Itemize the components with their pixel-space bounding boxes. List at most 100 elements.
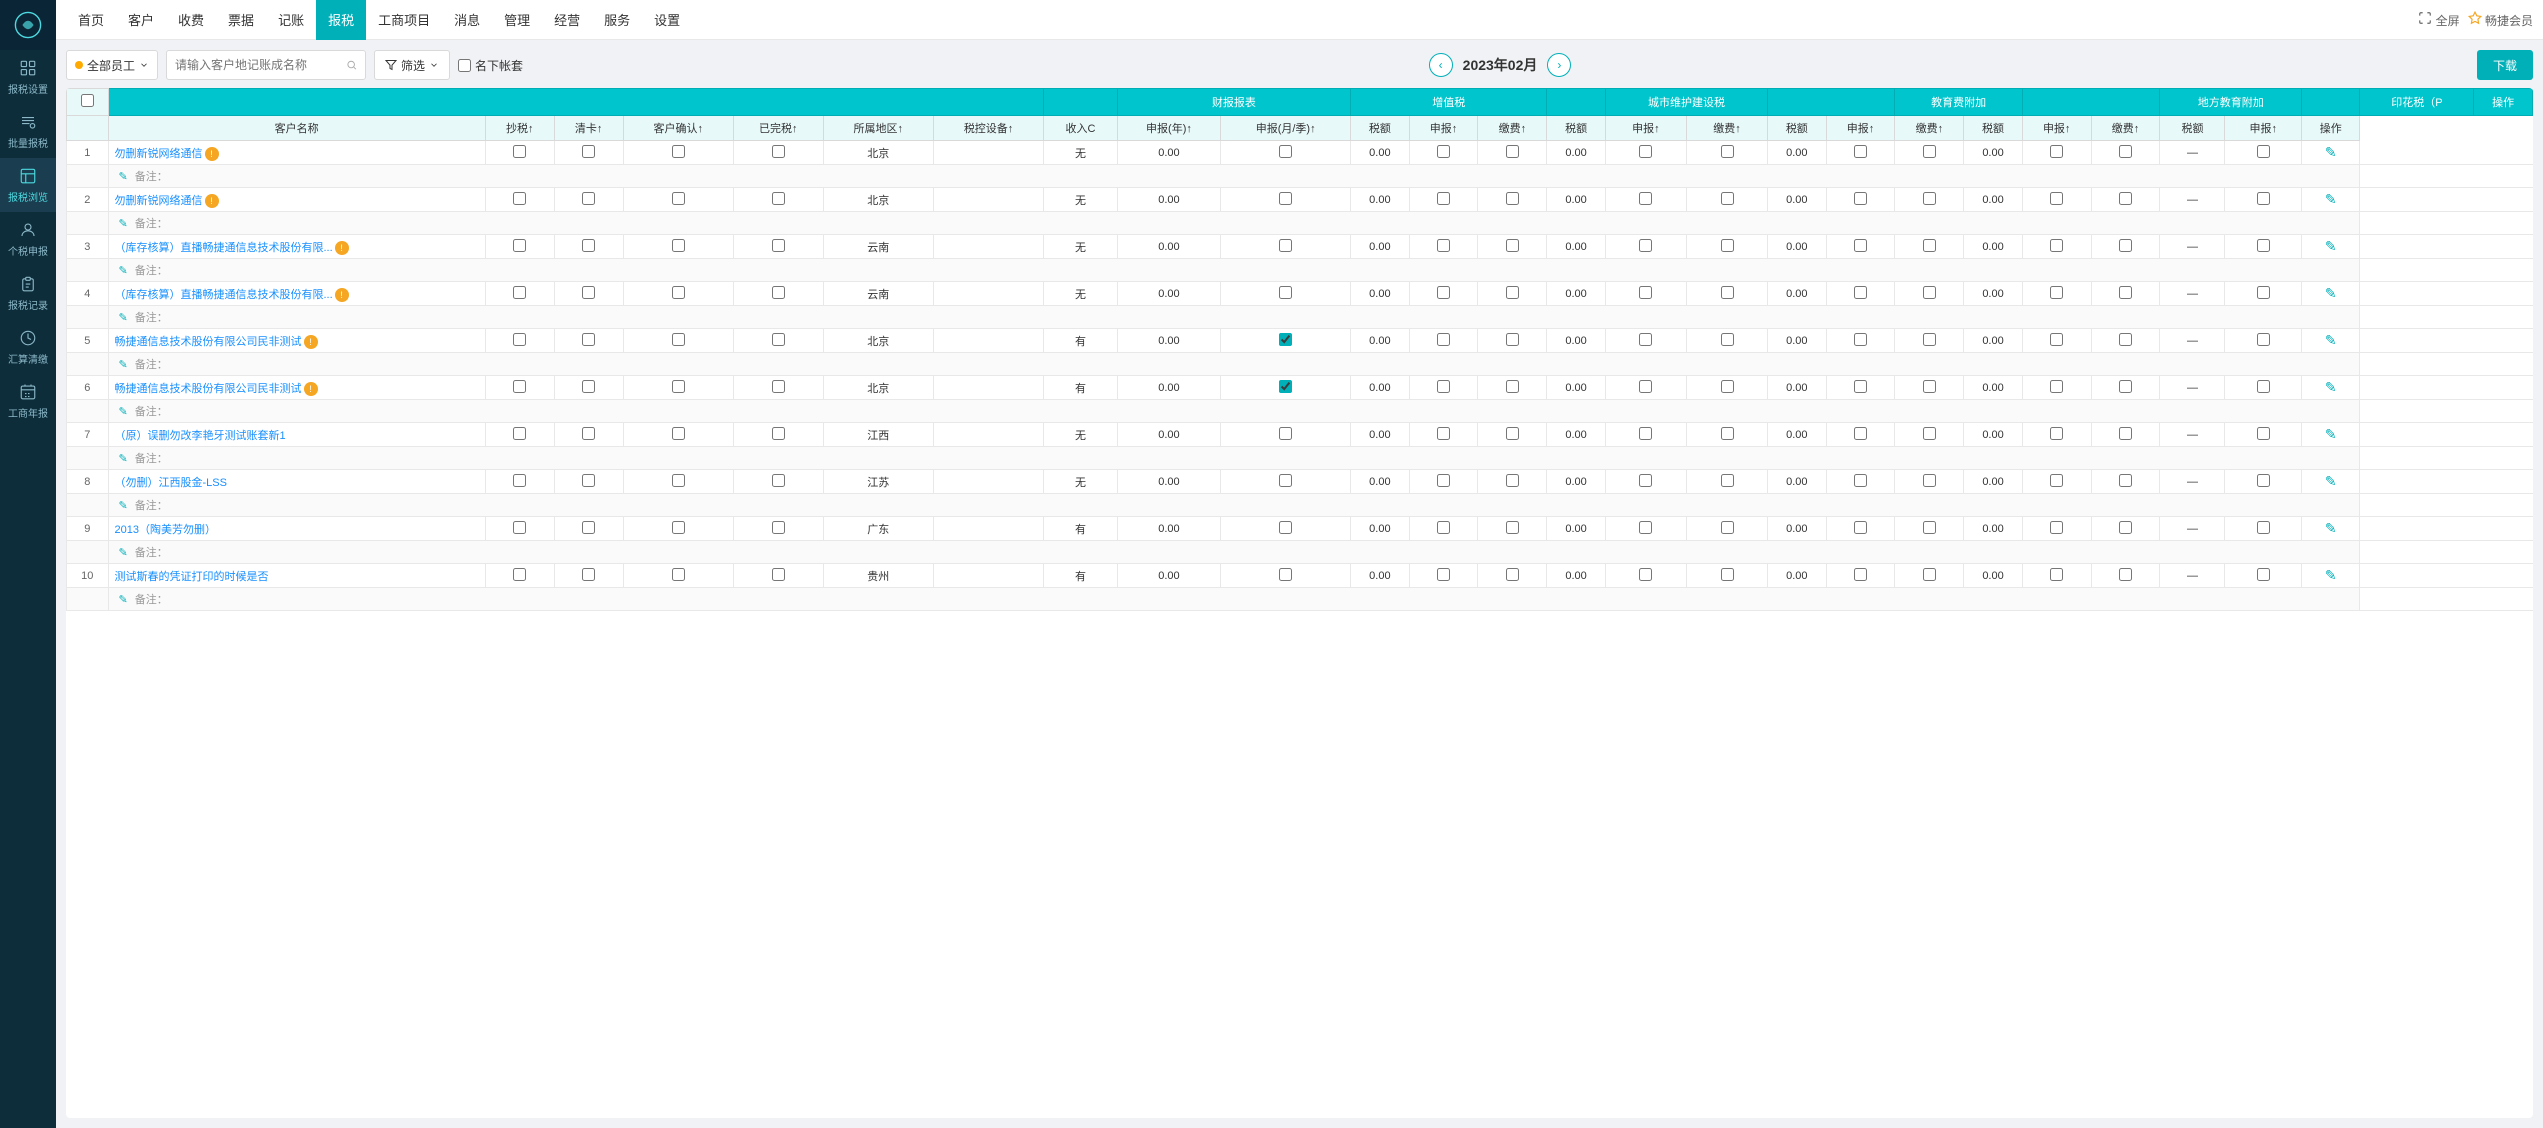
urban-declare-check[interactable]: [1639, 286, 1652, 299]
cell-urban-declare[interactable]: [1605, 470, 1686, 494]
cell-action[interactable]: ✎: [2301, 282, 2359, 306]
nav-industrial[interactable]: 工商项目: [366, 0, 442, 40]
cell-edu-declare[interactable]: [1826, 376, 1895, 400]
local-edu-pay-check[interactable]: [2119, 474, 2132, 487]
cell-chaoshui[interactable]: [485, 282, 554, 306]
urban-pay-check[interactable]: [1721, 427, 1734, 440]
cell-stamp-declare[interactable]: [2225, 235, 2302, 259]
cell-vat-declare[interactable]: [1409, 517, 1478, 541]
urban-declare-check[interactable]: [1639, 380, 1652, 393]
nav-settings[interactable]: 设置: [642, 0, 692, 40]
cell-local-edu-pay[interactable]: [2091, 329, 2160, 353]
taxpaid-check[interactable]: [772, 474, 785, 487]
cell-vat-pay[interactable]: [1478, 564, 1547, 588]
cell-vat-pay[interactable]: [1478, 141, 1547, 165]
declare-month-check[interactable]: [1279, 380, 1292, 393]
chaoshui-check[interactable]: [513, 427, 526, 440]
fullscreen-btn[interactable]: 全屏: [2418, 11, 2459, 29]
th-declare-month[interactable]: 申报(月/季)↑: [1221, 116, 1351, 141]
sidebar-item-personal-tax[interactable]: 个税申报: [0, 212, 56, 266]
th-urban-declare[interactable]: 申报↑: [1605, 116, 1686, 141]
cell-local-edu-pay[interactable]: [2091, 423, 2160, 447]
chaoshui-check[interactable]: [513, 192, 526, 205]
remark-cell[interactable]: ✎ 备注：: [108, 588, 2360, 611]
cell-local-edu-declare[interactable]: [2022, 188, 2091, 212]
cell-qingka[interactable]: [554, 470, 623, 494]
cell-edu-pay[interactable]: [1895, 517, 1964, 541]
vat-declare-check[interactable]: [1437, 333, 1450, 346]
vat-declare-check[interactable]: [1437, 380, 1450, 393]
urban-declare-check[interactable]: [1639, 568, 1652, 581]
edu-declare-check[interactable]: [1854, 521, 1867, 534]
cell-taxpaid[interactable]: [733, 235, 823, 259]
edu-pay-check[interactable]: [1923, 474, 1936, 487]
th-local-edu-pay[interactable]: 缴费↑: [2091, 116, 2160, 141]
confirm-check[interactable]: [672, 427, 685, 440]
qingka-check[interactable]: [582, 427, 595, 440]
cell-name[interactable]: 畅捷通信息技术股份有限公司民非测试!: [108, 376, 485, 400]
cell-edu-declare[interactable]: [1826, 329, 1895, 353]
cell-urban-pay[interactable]: [1686, 376, 1767, 400]
cell-qingka[interactable]: [554, 235, 623, 259]
cell-qingka[interactable]: [554, 376, 623, 400]
local-edu-declare-check[interactable]: [2050, 521, 2063, 534]
warning-icon[interactable]: !: [335, 288, 349, 302]
cell-stamp-declare[interactable]: [2225, 329, 2302, 353]
edu-pay-check[interactable]: [1923, 239, 1936, 252]
declare-month-check[interactable]: [1279, 474, 1292, 487]
cell-declare-month[interactable]: [1221, 141, 1351, 165]
cell-qingka[interactable]: [554, 423, 623, 447]
vat-pay-check[interactable]: [1506, 380, 1519, 393]
stamp-declare-check[interactable]: [2257, 286, 2270, 299]
cell-action[interactable]: ✎: [2301, 141, 2359, 165]
urban-declare-check[interactable]: [1639, 474, 1652, 487]
cell-confirm[interactable]: [623, 470, 733, 494]
nav-charge[interactable]: 收费: [166, 0, 216, 40]
th-edu-declare[interactable]: 申报↑: [1826, 116, 1895, 141]
cell-action[interactable]: ✎: [2301, 470, 2359, 494]
qingka-check[interactable]: [582, 145, 595, 158]
urban-pay-check[interactable]: [1721, 474, 1734, 487]
declare-month-check[interactable]: [1279, 286, 1292, 299]
nav-customer[interactable]: 客户: [116, 0, 166, 40]
local-edu-declare-check[interactable]: [2050, 380, 2063, 393]
cell-taxpaid[interactable]: [733, 329, 823, 353]
cell-declare-month[interactable]: [1221, 188, 1351, 212]
confirm-check[interactable]: [672, 474, 685, 487]
cell-action[interactable]: ✎: [2301, 376, 2359, 400]
urban-pay-check[interactable]: [1721, 521, 1734, 534]
edit-icon[interactable]: ✎: [2325, 285, 2337, 301]
cell-qingka[interactable]: [554, 282, 623, 306]
cell-urban-pay[interactable]: [1686, 517, 1767, 541]
th-device[interactable]: 税控设备↑: [933, 116, 1043, 141]
taxpaid-check[interactable]: [772, 286, 785, 299]
confirm-check[interactable]: [672, 380, 685, 393]
cell-local-edu-declare[interactable]: [2022, 470, 2091, 494]
urban-pay-check[interactable]: [1721, 192, 1734, 205]
cell-local-edu-pay[interactable]: [2091, 470, 2160, 494]
local-edu-declare-check[interactable]: [2050, 474, 2063, 487]
cell-declare-month[interactable]: [1221, 282, 1351, 306]
cell-urban-pay[interactable]: [1686, 423, 1767, 447]
taxpaid-check[interactable]: [772, 192, 785, 205]
cell-urban-pay[interactable]: [1686, 470, 1767, 494]
edit-icon[interactable]: ✎: [2325, 567, 2337, 583]
edit-remark-icon[interactable]: ✎: [119, 218, 128, 230]
warning-icon[interactable]: !: [205, 147, 219, 161]
cell-urban-declare[interactable]: [1605, 141, 1686, 165]
cell-urban-declare[interactable]: [1605, 517, 1686, 541]
cell-qingka[interactable]: [554, 188, 623, 212]
edu-pay-check[interactable]: [1923, 286, 1936, 299]
th-declare-year[interactable]: 申报(年)↑: [1117, 116, 1220, 141]
taxpaid-check[interactable]: [772, 427, 785, 440]
urban-pay-check[interactable]: [1721, 333, 1734, 346]
cell-name[interactable]: 勿删新锐网络通信!: [108, 188, 485, 212]
cell-urban-declare[interactable]: [1605, 282, 1686, 306]
cell-edu-pay[interactable]: [1895, 282, 1964, 306]
cell-local-edu-pay[interactable]: [2091, 141, 2160, 165]
confirm-check[interactable]: [672, 145, 685, 158]
cell-local-edu-pay[interactable]: [2091, 282, 2160, 306]
cell-taxpaid[interactable]: [733, 470, 823, 494]
cell-local-edu-pay[interactable]: [2091, 517, 2160, 541]
cell-action[interactable]: ✎: [2301, 517, 2359, 541]
